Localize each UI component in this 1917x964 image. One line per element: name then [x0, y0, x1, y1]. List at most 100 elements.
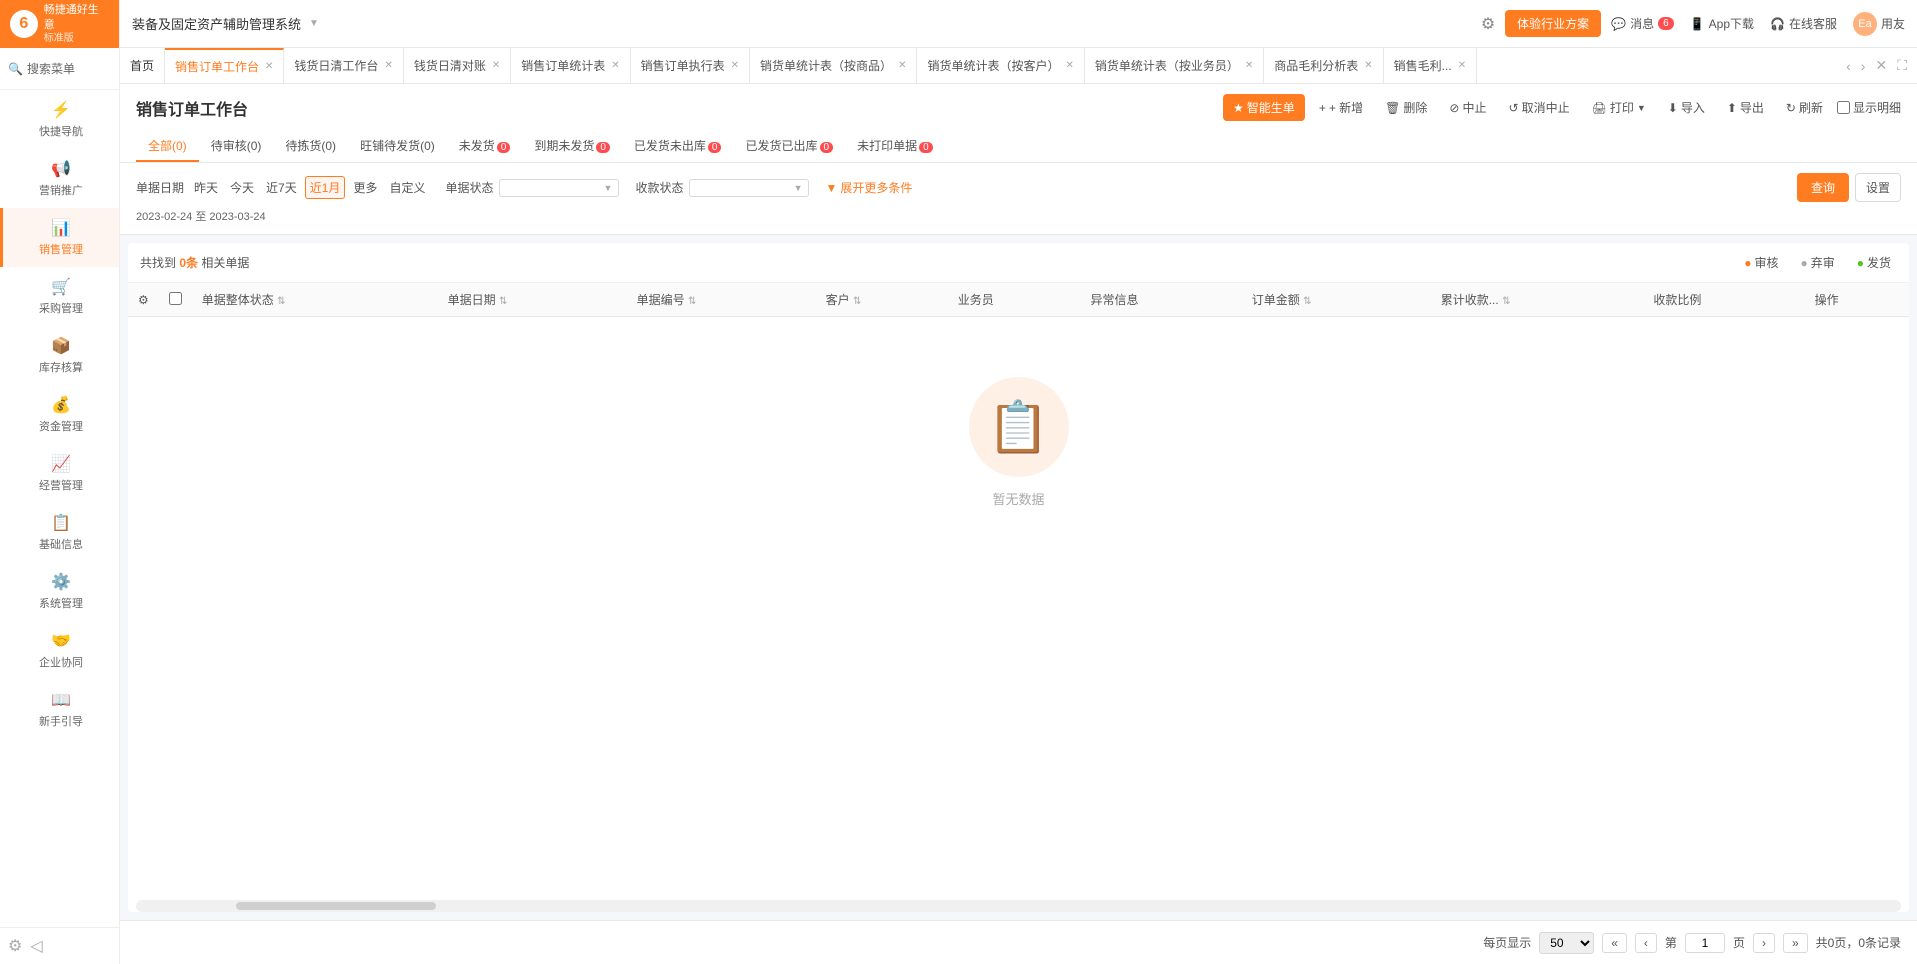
- delete-button[interactable]: 🗑 删除: [1377, 95, 1435, 120]
- sidebar-item-marketing[interactable]: 📢 营销推广: [0, 149, 119, 208]
- tab-next-button[interactable]: ›: [1857, 56, 1870, 76]
- sidebar-item-finance[interactable]: 💰 资金管理: [0, 385, 119, 444]
- message-button[interactable]: 💬 消息 6: [1611, 15, 1674, 32]
- date-option-7days[interactable]: 近7天: [262, 177, 301, 198]
- tab-sales-staff[interactable]: 销货单统计表（按业务员） ✕: [1085, 48, 1264, 84]
- tab-close-sales-more[interactable]: ✕: [1458, 60, 1466, 71]
- sidebar-item-sales[interactable]: 📊 销售管理: [0, 208, 119, 267]
- collection-select[interactable]: ▼: [689, 179, 809, 197]
- online-service-button[interactable]: 🎧 在线客服: [1770, 15, 1837, 32]
- date-option-custom[interactable]: 自定义: [385, 177, 429, 198]
- filter-tab-shipped-not-out[interactable]: 已发货未出库0: [622, 131, 734, 162]
- page-size-select[interactable]: 50 100 200: [1539, 932, 1594, 954]
- tab-sales-workbench[interactable]: 销售订单工作台 ✕: [165, 48, 284, 84]
- abandon-review-button[interactable]: ● 弃审: [1794, 251, 1840, 274]
- smart-create-button[interactable]: ★ 智能生单: [1223, 94, 1305, 121]
- tab-sales-more[interactable]: 销售毛利... ✕: [1384, 48, 1477, 84]
- sidebar-item-purchase[interactable]: 🛒 采购管理: [0, 267, 119, 326]
- tab-home[interactable]: 首页: [120, 48, 165, 84]
- solution-button[interactable]: 体验行业方案: [1505, 10, 1601, 37]
- tab-sales-exec[interactable]: 销售订单执行表 ✕: [631, 48, 750, 84]
- tab-cash-daily[interactable]: 钱货日清工作台 ✕: [284, 48, 403, 84]
- scroll-thumb[interactable]: [236, 902, 436, 910]
- tab-close-sales-workbench[interactable]: ✕: [265, 61, 273, 72]
- tab-fullscreen-button[interactable]: ⛶: [1893, 55, 1911, 76]
- date-option-today[interactable]: 今天: [226, 177, 258, 198]
- sort-number-icon[interactable]: ⇅: [688, 296, 696, 307]
- filter-tab-not-shipped[interactable]: 未发货0: [447, 131, 523, 162]
- show-details-input[interactable]: [1837, 101, 1850, 114]
- app-name: 畅捷通好生意 标准版: [44, 3, 109, 45]
- sort-date-icon[interactable]: ⇅: [499, 296, 507, 307]
- sidebar-item-quick-nav[interactable]: ⚡ 快捷导航: [0, 90, 119, 149]
- tab-close-sales-product[interactable]: ✕: [898, 60, 906, 71]
- sidebar-item-guide[interactable]: 📖 新手引导: [0, 680, 119, 739]
- filter-tab-not-printed[interactable]: 未打印单据0: [845, 131, 945, 162]
- th-checkbox[interactable]: [159, 283, 192, 317]
- query-button[interactable]: 查询: [1797, 173, 1849, 202]
- filter-tab-expired-not-shipped[interactable]: 到期未发货0: [522, 131, 622, 162]
- tab-sales-stats[interactable]: 销售订单统计表 ✕: [511, 48, 630, 84]
- sidebar-item-enterprise[interactable]: 🤝 企业协同: [0, 621, 119, 680]
- tab-close-cash-daily[interactable]: ✕: [384, 60, 392, 71]
- show-details-checkbox[interactable]: 显示明细: [1837, 99, 1901, 116]
- th-settings[interactable]: ⚙: [128, 283, 159, 317]
- date-option-1month[interactable]: 近1月: [305, 176, 346, 199]
- sidebar-item-operation[interactable]: 📈 经营管理: [0, 444, 119, 503]
- prev-page-button[interactable]: ‹: [1635, 933, 1657, 953]
- sidebar-item-basic[interactable]: 📋 基础信息: [0, 503, 119, 562]
- filter-tab-all[interactable]: 全部(0): [136, 131, 199, 162]
- tab-close-sales-exec[interactable]: ✕: [731, 60, 739, 71]
- first-page-button[interactable]: «: [1602, 933, 1627, 953]
- next-page-button[interactable]: ›: [1753, 933, 1775, 953]
- sort-status-icon[interactable]: ⇅: [277, 296, 285, 307]
- date-option-yesterday[interactable]: 昨天: [190, 177, 222, 198]
- page-number-input[interactable]: [1685, 933, 1725, 953]
- export-button[interactable]: ⬆ 导出: [1719, 95, 1772, 120]
- pending-inspect-count: (0): [321, 139, 336, 153]
- settings-gear-icon[interactable]: ⚙: [1481, 14, 1495, 34]
- tab-gross-profit[interactable]: 商品毛利分析表 ✕: [1264, 48, 1383, 84]
- sidebar-item-system[interactable]: ⚙️ 系统管理: [0, 562, 119, 621]
- tab-cash-account[interactable]: 钱货日清对账 ✕: [404, 48, 511, 84]
- filter-tab-pending-inspect[interactable]: 待拣货(0): [273, 131, 348, 162]
- sidebar-collapse-button[interactable]: ◁: [30, 936, 42, 956]
- sort-collected-icon[interactable]: ⇅: [1502, 296, 1510, 307]
- date-option-more[interactable]: 更多: [349, 177, 381, 198]
- tab-sales-product[interactable]: 销货单统计表（按商品） ✕: [750, 48, 917, 84]
- filter-tab-wangpu[interactable]: 旺铺待发货(0): [348, 131, 447, 162]
- tab-close-sales-stats[interactable]: ✕: [611, 60, 619, 71]
- date-filter: 单据日期 昨天 今天 近7天 近1月 更多 自定义: [136, 176, 429, 199]
- import-button[interactable]: ⬇ 导入: [1660, 95, 1713, 120]
- print-button[interactable]: 🖨 打印 ▼: [1584, 95, 1654, 120]
- user-menu[interactable]: Ea 用友: [1853, 12, 1905, 36]
- search-menu-button[interactable]: 🔍 搜索菜单: [6, 56, 113, 81]
- sort-amount-icon[interactable]: ⇅: [1303, 296, 1311, 307]
- system-title-dropdown[interactable]: ▼: [309, 18, 319, 29]
- horizontal-scrollbar[interactable]: [136, 900, 1901, 912]
- cancel-stop-button[interactable]: ↺ 取消中止: [1501, 95, 1578, 120]
- status-select[interactable]: ▼: [499, 179, 619, 197]
- tab-close-sales-customer[interactable]: ✕: [1065, 60, 1073, 71]
- ship-button[interactable]: ● 发货: [1851, 251, 1897, 274]
- tab-close-all-button[interactable]: ✕: [1871, 55, 1891, 76]
- expand-more-button[interactable]: ▼ 展开更多条件: [825, 179, 912, 196]
- add-button[interactable]: + + 新增: [1311, 95, 1371, 120]
- review-button[interactable]: ● 审核: [1738, 251, 1784, 274]
- tab-sales-customer[interactable]: 销货单统计表（按客户） ✕: [917, 48, 1084, 84]
- refresh-button[interactable]: ↻ 刷新: [1778, 95, 1831, 120]
- last-page-button[interactable]: »: [1783, 933, 1808, 953]
- sidebar-settings-button[interactable]: ⚙: [8, 936, 22, 956]
- app-download-button[interactable]: 📱 App下载: [1690, 15, 1754, 32]
- sidebar-item-inventory[interactable]: 📦 库存核算: [0, 326, 119, 385]
- tab-close-gross-profit[interactable]: ✕: [1364, 60, 1372, 71]
- tab-close-sales-staff[interactable]: ✕: [1245, 60, 1253, 71]
- tab-prev-button[interactable]: ‹: [1842, 56, 1855, 76]
- stop-button[interactable]: ⊘ 中止: [1441, 95, 1494, 120]
- setting-button[interactable]: 设置: [1855, 173, 1901, 202]
- select-all-checkbox[interactable]: [169, 292, 182, 305]
- filter-tab-shipped-out[interactable]: 已发货已出库0: [733, 131, 845, 162]
- sort-customer-icon[interactable]: ⇅: [853, 296, 861, 307]
- filter-tab-pending-review[interactable]: 待审核(0): [199, 131, 274, 162]
- tab-close-cash-account[interactable]: ✕: [492, 60, 500, 71]
